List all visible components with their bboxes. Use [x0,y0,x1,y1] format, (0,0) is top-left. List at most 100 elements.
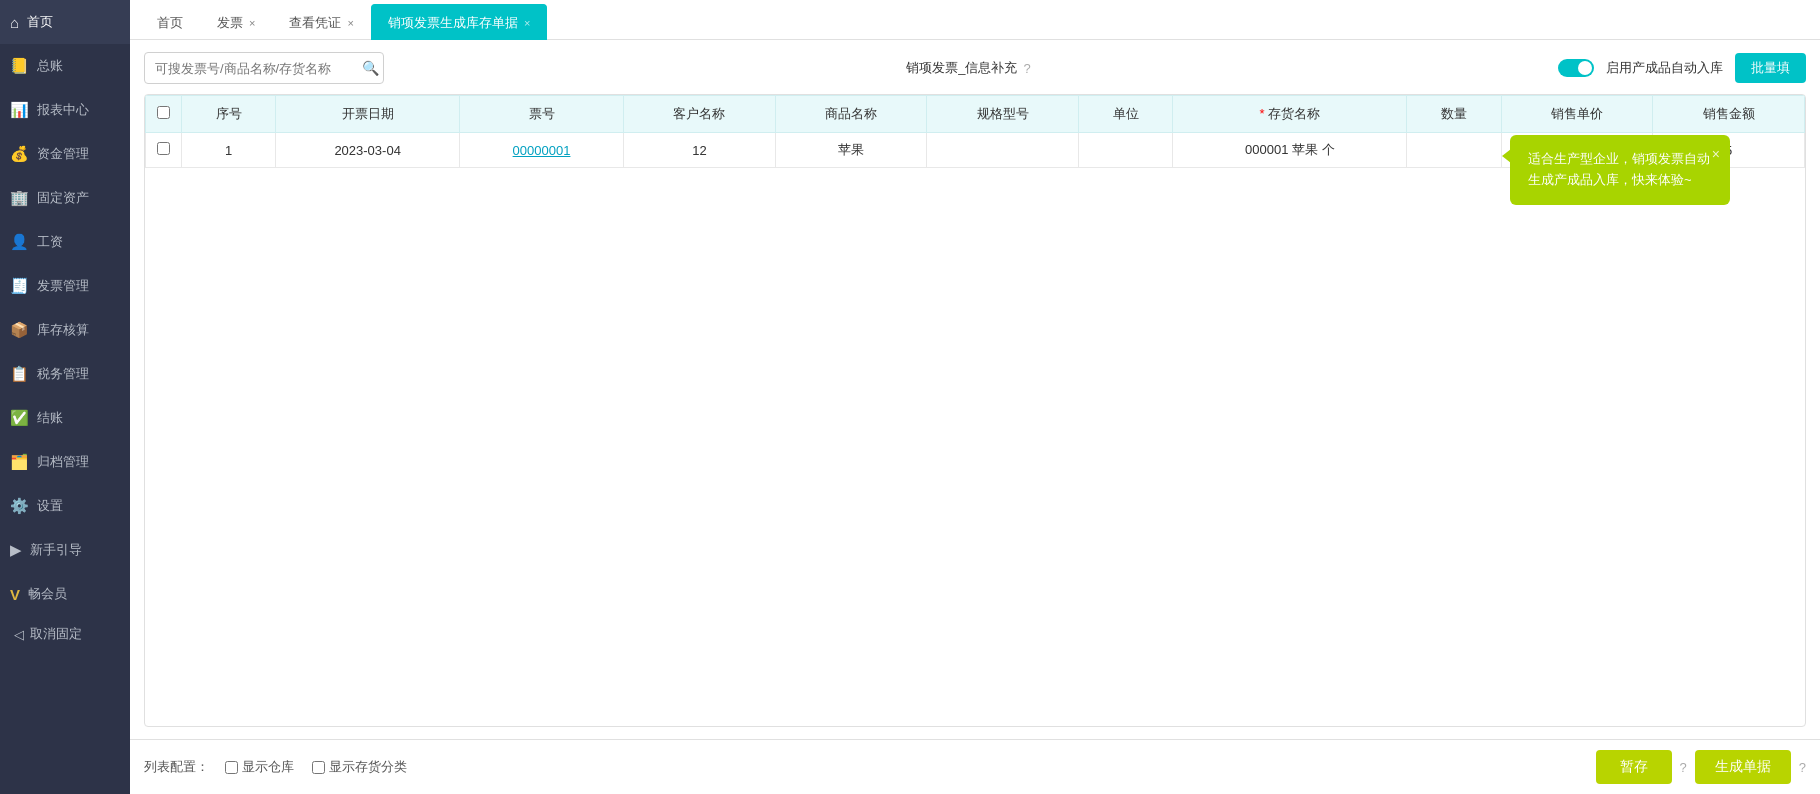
sidebar-item-invoice-management[interactable]: 🧾 发票管理 [0,264,130,308]
save-button[interactable]: 暂存 [1596,750,1672,784]
sidebar-item-fund-management[interactable]: 💰 资金管理 [0,132,130,176]
vip-icon: V [10,586,20,603]
tab-home[interactable]: 首页 [140,4,200,40]
sidebar: ⌂ 首页 📒 总账 📊 报表中心 💰 资金管理 🏢 固定资产 👤 工资 🧾 发票… [0,0,130,794]
sidebar-item-label: 归档管理 [37,453,89,471]
row-unit [1078,133,1172,168]
sidebar-item-label: 工资 [37,233,63,251]
sidebar-item-label: 报表中心 [37,101,89,119]
fund-icon: 💰 [10,145,29,163]
th-seq: 序号 [182,96,276,133]
sidebar-item-tax-management[interactable]: 📋 税务管理 [0,352,130,396]
row-qty [1407,133,1501,168]
show-inventory-category-label: 显示存货分类 [329,758,407,776]
sidebar-item-label: 发票管理 [37,277,89,295]
search-input[interactable] [144,52,384,84]
info-icon-save[interactable]: ? [1680,760,1687,775]
undo-icon: ◁ [14,627,24,642]
row-date: 2023-03-04 [276,133,459,168]
toolbar-right: 启用产成品自动入库 批量填 [1558,53,1806,83]
invoice-icon: 🧾 [10,277,29,295]
inventory-icon: 📦 [10,321,29,339]
play-icon: ▶ [10,541,22,559]
sidebar-item-label: 首页 [27,13,53,31]
row-product-name: 苹果 [775,133,927,168]
generate-button[interactable]: 生成单据 [1695,750,1791,784]
sidebar-item-archive[interactable]: 🗂️ 归档管理 [0,440,130,484]
tooltip-close-button[interactable]: × [1712,143,1720,165]
sidebar-item-label: 设置 [37,497,63,515]
sidebar-item-settlement[interactable]: ✅ 结账 [0,396,130,440]
tooltip-text: 适合生产型企业，销项发票自动生成产成品入库，快来体验~ [1528,151,1710,187]
search-icon[interactable]: 🔍 [362,60,379,76]
sidebar-item-label: 总账 [37,57,63,75]
sidebar-item-inventory[interactable]: 📦 库存核算 [0,308,130,352]
undo-fixed-button[interactable]: ◁ 取消固定 [0,616,130,652]
tab-invoice-close[interactable]: × [249,17,255,29]
show-warehouse-label: 显示仓库 [242,758,294,776]
tab-view-voucher-close[interactable]: × [347,17,353,29]
tab-create-inventory[interactable]: 销项发票生成库存单据 × [371,4,547,40]
th-unit: 单位 [1078,96,1172,133]
th-product-name: 商品名称 [775,96,927,133]
tab-bar: 首页 发票 × 查看凭证 × 销项发票生成库存单据 × [130,0,1820,40]
show-warehouse-checkbox-label[interactable]: 显示仓库 [225,758,294,776]
show-inventory-category-checkbox-label[interactable]: 显示存货分类 [312,758,407,776]
row-seq: 1 [182,133,276,168]
gear-icon: ⚙️ [10,497,29,515]
row-customer: 12 [624,133,776,168]
tab-create-inventory-close[interactable]: × [524,17,530,29]
batch-fill-button[interactable]: 批量填 [1735,53,1806,83]
tab-home-label: 首页 [157,14,183,32]
sidebar-item-label: 资金管理 [37,145,89,163]
center-label: 销项发票_信息补充 [906,59,1017,77]
tooltip-box: × 适合生产型企业，销项发票自动生成产成品入库，快来体验~ [1510,135,1730,205]
toggle-label: 启用产成品自动入库 [1606,59,1723,77]
sidebar-item-general-ledger[interactable]: 📒 总账 [0,44,130,88]
th-qty: 数量 [1407,96,1501,133]
tax-icon: 📋 [10,365,29,383]
sidebar-item-home[interactable]: ⌂ 首页 [0,0,130,44]
sidebar-item-payroll[interactable]: 👤 工资 [0,220,130,264]
page-content: 🔍 销项发票_信息补充 ? 启用产成品自动入库 批量填 [130,40,1820,739]
sidebar-item-new-guide[interactable]: ▶ 新手引导 [0,528,130,572]
row-ticket-no: 00000001 [459,133,623,168]
sidebar-item-report-center[interactable]: 📊 报表中心 [0,88,130,132]
tab-invoice-label: 发票 [217,14,243,32]
payroll-icon: 👤 [10,233,29,251]
archive-icon: 🗂️ [10,453,29,471]
show-warehouse-checkbox[interactable] [225,761,238,774]
config-label: 列表配置： [144,758,209,776]
tab-invoice[interactable]: 发票 × [200,4,272,40]
sidebar-item-fixed-assets[interactable]: 🏢 固定资产 [0,176,130,220]
sidebar-item-label: 税务管理 [37,365,89,383]
action-buttons: 暂存 ? 生成单据 ? [1596,750,1806,784]
sidebar-item-settings[interactable]: ⚙️ 设置 [0,484,130,528]
tab-view-voucher-label: 查看凭证 [289,14,341,32]
report-icon: 📊 [10,101,29,119]
sidebar-item-vip[interactable]: V 畅会员 [0,572,130,616]
assets-icon: 🏢 [10,189,29,207]
undo-fixed-label: 取消固定 [30,625,82,643]
select-all-checkbox[interactable] [157,106,170,119]
th-customer: 客户名称 [624,96,776,133]
main-content: 首页 发票 × 查看凭证 × 销项发票生成库存单据 × 🔍 销项发票_信息补充 … [130,0,1820,794]
sidebar-item-label: 库存核算 [37,321,89,339]
home-icon: ⌂ [10,14,19,31]
row-checkbox[interactable] [157,142,170,155]
th-inventory-name: 存货名称 [1173,96,1407,133]
toggle-switch[interactable] [1558,59,1594,77]
show-inventory-category-checkbox[interactable] [312,761,325,774]
sidebar-item-label: 新手引导 [30,541,82,559]
sidebar-item-label: 畅会员 [28,585,67,603]
row-inventory-name: 000001 苹果 个 [1173,133,1407,168]
sidebar-item-label: 结账 [37,409,63,427]
sidebar-item-label: 固定资产 [37,189,89,207]
info-icon-center[interactable]: ? [1024,61,1031,76]
toolbar-left: 🔍 [144,52,379,84]
toolbar-center: 销项发票_信息补充 ? [906,59,1030,77]
tab-view-voucher[interactable]: 查看凭证 × [272,4,370,40]
th-spec: 规格型号 [927,96,1079,133]
info-icon-generate[interactable]: ? [1799,760,1806,775]
ticket-link[interactable]: 00000001 [513,143,571,158]
